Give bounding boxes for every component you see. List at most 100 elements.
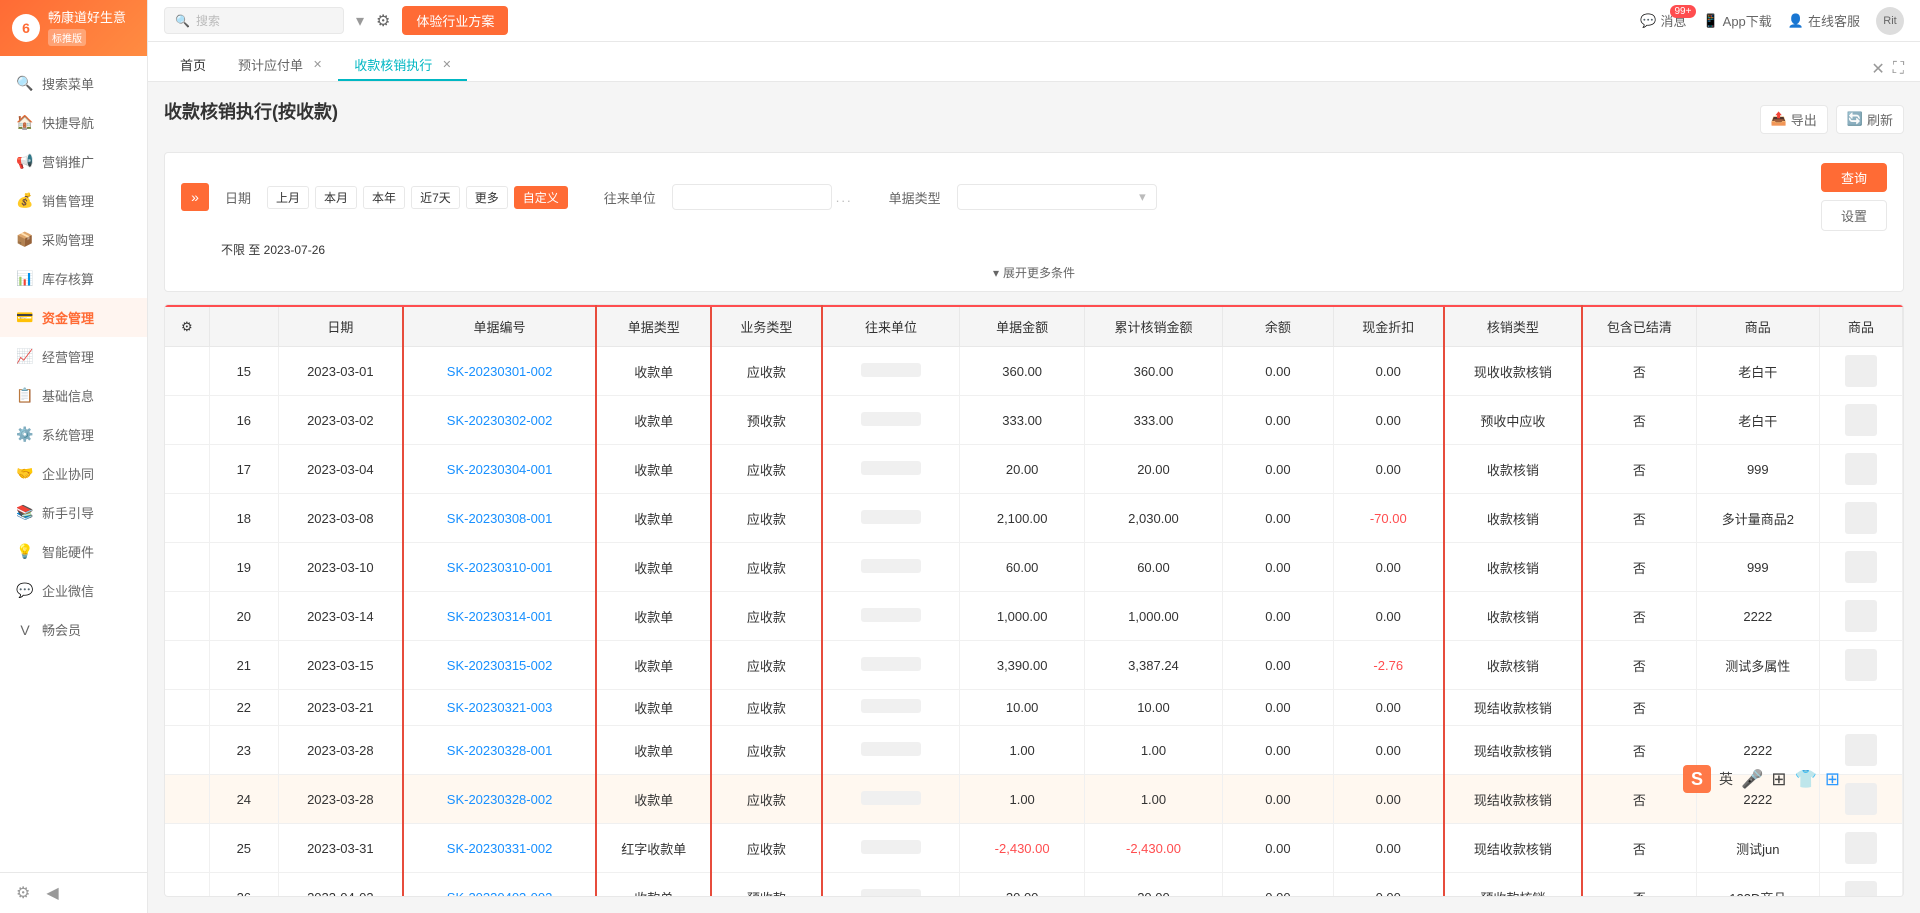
bill-no-link[interactable]: SK-20230315-002 <box>447 658 553 673</box>
sidebar-item-purchase[interactable]: 📦 采购管理 <box>0 220 147 259</box>
partner-blurred <box>861 559 921 573</box>
sidebar-item-wechat[interactable]: 💬 企业微信 <box>0 571 147 610</box>
cell-verify-type: 现结收款核销 <box>1444 775 1582 824</box>
topbar-gear-icon[interactable]: ⚙ <box>376 11 390 31</box>
table-row[interactable]: 24 2023-03-28 SK-20230328-002 收款单 应收款 1.… <box>165 775 1903 824</box>
cell-bill-no[interactable]: SK-20230328-002 <box>403 775 597 824</box>
cell-bill-no[interactable]: SK-20230403-002 <box>403 873 597 898</box>
cell-bill-no[interactable]: SK-20230304-001 <box>403 445 597 494</box>
cell-verify-type: 现结收款核销 <box>1444 690 1582 726</box>
industry-solution-button[interactable]: 体验行业方案 <box>402 6 508 35</box>
sidebar-item-basic[interactable]: 📋 基础信息 <box>0 376 147 415</box>
sidebar-item-inventory[interactable]: 📊 库存核算 <box>0 259 147 298</box>
bill-no-link[interactable]: SK-20230321-003 <box>447 700 553 715</box>
tab-receipt-exec-close[interactable]: ✕ <box>442 58 451 71</box>
table-row[interactable]: 21 2023-03-15 SK-20230315-002 收款单 应收款 3,… <box>165 641 1903 690</box>
cell-bill-no[interactable]: SK-20230321-003 <box>403 690 597 726</box>
cell-bill-no[interactable]: SK-20230308-001 <box>403 494 597 543</box>
cell-date: 2023-03-21 <box>278 690 402 726</box>
filter-expand-more[interactable]: ▾ 展开更多条件 <box>181 264 1887 281</box>
filter-date-custom[interactable]: 自定义 <box>514 186 568 209</box>
tab-home[interactable]: 首页 <box>164 41 222 81</box>
filter-date-range-row: 不限 至 2023-07-26 <box>181 237 1887 258</box>
table-row[interactable]: 23 2023-03-28 SK-20230328-001 收款单 应收款 1.… <box>165 726 1903 775</box>
cell-bill-no[interactable]: SK-20230310-001 <box>403 543 597 592</box>
bill-no-link[interactable]: SK-20230331-002 <box>447 841 553 856</box>
tab-close-all-icon[interactable]: ✕ <box>1871 59 1884 79</box>
table-row[interactable]: 26 2023-04-03 SK-20230403-002 收款单 预收款 20… <box>165 873 1903 898</box>
bill-no-link[interactable]: SK-20230328-001 <box>447 743 553 758</box>
col-header-num <box>209 306 278 347</box>
cell-bill-no[interactable]: SK-20230302-002 <box>403 396 597 445</box>
bill-no-link[interactable]: SK-20230328-002 <box>447 792 553 807</box>
table-row[interactable]: 22 2023-03-21 SK-20230321-003 收款单 应收款 10… <box>165 690 1903 726</box>
table-row[interactable]: 15 2023-03-01 SK-20230301-002 收款单 应收款 36… <box>165 347 1903 396</box>
filter-date-more[interactable]: 更多 <box>466 186 508 209</box>
filter-query-button[interactable]: 查询 <box>1821 163 1887 192</box>
cell-bill-no[interactable]: SK-20230331-002 <box>403 824 597 873</box>
tab-preaccount-close[interactable]: ✕ <box>313 58 322 71</box>
bill-no-link[interactable]: SK-20230301-002 <box>447 364 553 379</box>
topbar-search[interactable]: 🔍 搜索 <box>164 7 344 34</box>
cell-include-settled: 否 <box>1582 494 1696 543</box>
table-settings-icon[interactable]: ⚙ <box>181 319 193 334</box>
col-settings[interactable]: ⚙ <box>165 306 209 347</box>
bill-no-link[interactable]: SK-20230403-002 <box>447 890 553 898</box>
cell-bill-no[interactable]: SK-20230315-002 <box>403 641 597 690</box>
sidebar-item-quick-nav[interactable]: 🏠 快捷导航 <box>0 103 147 142</box>
sidebar-item-system[interactable]: ⚙️ 系统管理 <box>0 415 147 454</box>
table-row[interactable]: 17 2023-03-04 SK-20230304-001 收款单 应收款 20… <box>165 445 1903 494</box>
bill-no-link[interactable]: SK-20230310-001 <box>447 560 553 575</box>
filter-date-7days[interactable]: 近7天 <box>411 186 460 209</box>
cell-bill-no[interactable]: SK-20230314-001 <box>403 592 597 641</box>
sidebar-item-search[interactable]: 🔍 搜索菜单 <box>0 64 147 103</box>
bill-no-link[interactable]: SK-20230308-001 <box>447 511 553 526</box>
export-button[interactable]: 📤 导出 <box>1760 105 1828 134</box>
topbar-app-download[interactable]: 📱 App下载 <box>1702 11 1771 30</box>
topbar-dropdown-icon[interactable]: ▾ <box>356 11 364 31</box>
bill-no-link[interactable]: SK-20230314-001 <box>447 609 553 624</box>
sidebar-collapse-icon[interactable]: ◀ <box>46 883 58 903</box>
sidebar-item-marketing[interactable]: 📢 营销推广 <box>0 142 147 181</box>
cell-balance: 0.00 <box>1223 592 1334 641</box>
cell-include-settled: 否 <box>1582 775 1696 824</box>
topbar-messages[interactable]: 💬 消息 99+ <box>1640 11 1686 30</box>
table-row[interactable]: 19 2023-03-10 SK-20230310-001 收款单 应收款 60… <box>165 543 1903 592</box>
sidebar-item-hardware[interactable]: 💡 智能硬件 <box>0 532 147 571</box>
bill-no-link[interactable]: SK-20230302-002 <box>447 413 553 428</box>
sidebar-settings-icon[interactable]: ⚙ <box>16 883 30 903</box>
sidebar-item-corp[interactable]: 🤝 企业协同 <box>0 454 147 493</box>
cell-verify-type: 预收款核销 <box>1444 873 1582 898</box>
filter-date-last-month[interactable]: 上月 <box>267 186 309 209</box>
sidebar-item-guide[interactable]: 📚 新手引导 <box>0 493 147 532</box>
table-row[interactable]: 16 2023-03-02 SK-20230302-002 收款单 预收款 33… <box>165 396 1903 445</box>
filter-date-this-year[interactable]: 本年 <box>363 186 405 209</box>
cell-bill-amount: 3,390.00 <box>960 641 1084 690</box>
cell-settings <box>165 873 209 898</box>
cell-product2 <box>1819 592 1902 641</box>
cell-bill-no[interactable]: SK-20230328-001 <box>403 726 597 775</box>
cell-bill-no[interactable]: SK-20230301-002 <box>403 347 597 396</box>
bill-no-link[interactable]: SK-20230304-001 <box>447 462 553 477</box>
table-row[interactable]: 18 2023-03-08 SK-20230308-001 收款单 应收款 2,… <box>165 494 1903 543</box>
tab-receipt-exec[interactable]: 收款核销执行 ✕ <box>338 41 467 81</box>
table-row[interactable]: 25 2023-03-31 SK-20230331-002 红字收款单 应收款 … <box>165 824 1903 873</box>
sidebar-item-member[interactable]: V 畅会员 <box>0 610 147 649</box>
tab-preaccount[interactable]: 预计应付单 ✕ <box>222 41 338 81</box>
cell-include-settled: 否 <box>1582 690 1696 726</box>
refresh-button[interactable]: 🔄 刷新 <box>1836 105 1904 134</box>
sidebar-item-sales[interactable]: 💰 销售管理 <box>0 181 147 220</box>
table-row[interactable]: 20 2023-03-14 SK-20230314-001 收款单 应收款 1,… <box>165 592 1903 641</box>
topbar-online-service[interactable]: 👤 在线客服 <box>1788 11 1860 30</box>
filter-date-this-month[interactable]: 本月 <box>315 186 357 209</box>
filter-settings-button[interactable]: 设置 <box>1821 200 1887 231</box>
filter-expand-toggle[interactable]: » <box>181 183 209 211</box>
sidebar-item-finance[interactable]: 💳 资金管理 <box>0 298 147 337</box>
user-avatar[interactable]: Rit <box>1876 7 1904 35</box>
cell-date: 2023-03-31 <box>278 824 402 873</box>
filter-unit-input[interactable] <box>672 184 832 210</box>
sidebar-item-operation[interactable]: 📈 经营管理 <box>0 337 147 376</box>
filter-bill-type-select[interactable]: ▾ <box>957 184 1157 210</box>
partner-blurred <box>861 608 921 622</box>
tab-maximize-icon[interactable]: ⛶ <box>1893 60 1904 78</box>
